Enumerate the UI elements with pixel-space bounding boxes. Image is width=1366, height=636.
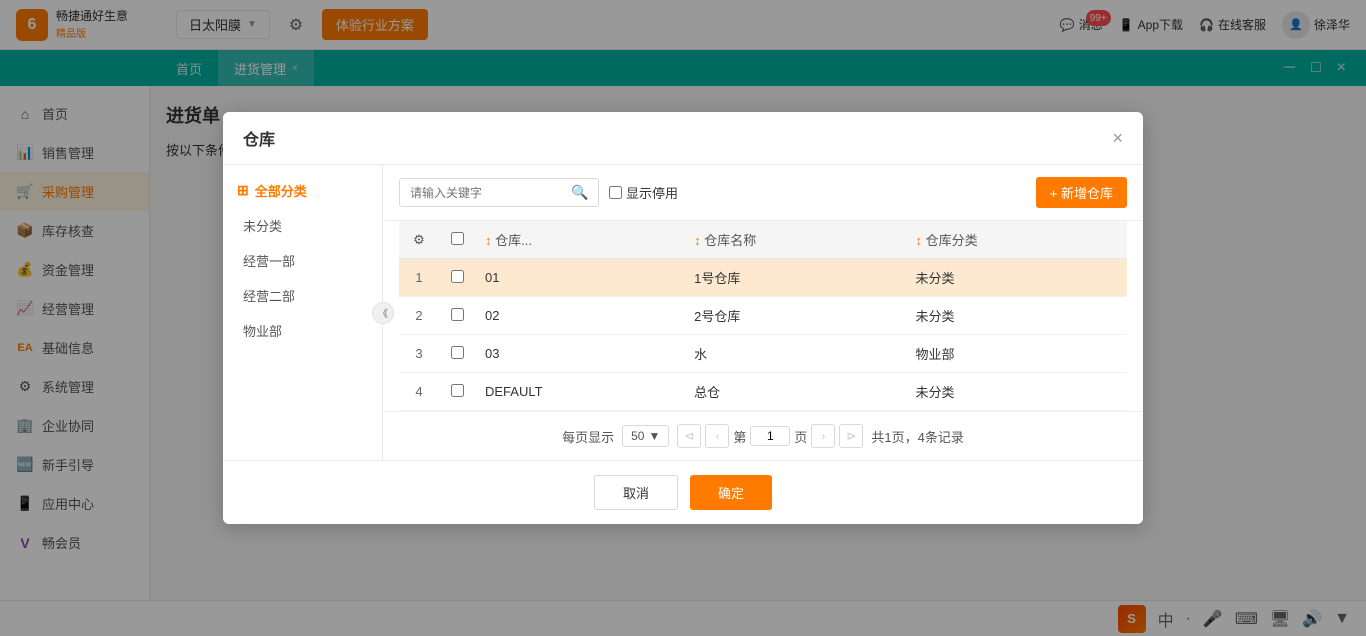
row-checkbox-cell[interactable] <box>439 335 475 373</box>
content-panel: 🔍 显示停用 + 新增仓库 ⚙ <box>383 165 1143 460</box>
per-page-label: 每页显示 <box>562 427 614 446</box>
confirm-button[interactable]: 确定 <box>690 475 772 510</box>
modal-body: ⊞ 全部分类 未分类 经营一部 经营二部 物业部 《 🔍 <box>223 165 1143 460</box>
category-all-label: 全部分类 <box>255 181 307 200</box>
row-code: 02 <box>475 297 684 335</box>
per-page-select[interactable]: 50 ▼ <box>622 425 669 447</box>
col-header-gear[interactable]: ⚙ <box>399 221 439 259</box>
content-toolbar: 🔍 显示停用 + 新增仓库 <box>383 165 1143 221</box>
add-warehouse-button[interactable]: + 新增仓库 <box>1036 177 1127 208</box>
row-name: 总仓 <box>684 373 905 411</box>
modal-title: 仓库 <box>243 126 275 150</box>
sort-icon-cat: ↕ <box>916 233 923 248</box>
table-row[interactable]: 4 DEFAULT 总仓 未分类 <box>399 373 1127 411</box>
category-panel: ⊞ 全部分类 未分类 经营一部 经营二部 物业部 《 <box>223 165 383 460</box>
modal-close-button[interactable]: × <box>1112 128 1123 149</box>
total-info: 共1页，4条记录 <box>871 427 963 446</box>
sort-icon: ↕ <box>485 233 492 248</box>
row-checkbox[interactable] <box>451 270 464 283</box>
category-item-dept2[interactable]: 经营二部 <box>223 278 382 313</box>
search-icon[interactable]: 🔍 <box>571 184 588 201</box>
row-category: 未分类 <box>906 373 1127 411</box>
warehouse-table: ⚙ ↕ 仓库... ↕ 仓库名称 <box>399 221 1127 411</box>
row-code: 03 <box>475 335 684 373</box>
per-page-value: 50 <box>631 429 644 443</box>
page-label: 第 <box>733 427 746 446</box>
show-disabled-text: 显示停用 <box>626 183 678 202</box>
page-input[interactable] <box>750 426 790 446</box>
next-page-button[interactable]: › <box>811 424 835 448</box>
row-code: 01 <box>475 259 684 297</box>
cancel-button[interactable]: 取消 <box>594 475 678 510</box>
row-num: 1 <box>399 259 439 297</box>
col-header-code[interactable]: ↕ 仓库... <box>475 221 684 259</box>
row-name: 1号仓库 <box>684 259 905 297</box>
show-disabled-checkbox[interactable] <box>609 186 622 199</box>
sort-icon-name: ↕ <box>694 233 701 248</box>
search-input[interactable] <box>410 186 565 200</box>
category-collapse-button[interactable]: 《 <box>372 302 394 324</box>
modal-footer: 取消 确定 <box>223 460 1143 524</box>
row-num: 2 <box>399 297 439 335</box>
modal-overlay: 仓库 × ⊞ 全部分类 未分类 经营一部 经营二部 物业部 《 <box>0 0 1366 636</box>
modal-header: 仓库 × <box>223 112 1143 165</box>
warehouse-modal: 仓库 × ⊞ 全部分类 未分类 经营一部 经营二部 物业部 《 <box>223 112 1143 524</box>
grid-icon: ⊞ <box>237 182 249 199</box>
table-header-row: ⚙ ↕ 仓库... ↕ 仓库名称 <box>399 221 1127 259</box>
page-nav: ⊲ ‹ 第 页 › ⊳ <box>677 424 863 448</box>
row-name: 2号仓库 <box>684 297 905 335</box>
row-checkbox-cell[interactable] <box>439 373 475 411</box>
col-header-category[interactable]: ↕ 仓库分类 <box>906 221 1127 259</box>
row-category: 未分类 <box>906 259 1127 297</box>
table-row[interactable]: 3 03 水 物业部 <box>399 335 1127 373</box>
row-checkbox[interactable] <box>451 346 464 359</box>
row-num: 4 <box>399 373 439 411</box>
last-page-button[interactable]: ⊳ <box>839 424 863 448</box>
category-item-dept1[interactable]: 经营一部 <box>223 243 382 278</box>
show-disabled-label[interactable]: 显示停用 <box>609 183 678 202</box>
row-checkbox[interactable] <box>451 308 464 321</box>
row-code: DEFAULT <box>475 373 684 411</box>
row-num: 3 <box>399 335 439 373</box>
select-all-checkbox[interactable] <box>451 232 464 245</box>
page-unit: 页 <box>794 427 807 446</box>
search-box: 🔍 <box>399 178 599 207</box>
table-row[interactable]: 2 02 2号仓库 未分类 <box>399 297 1127 335</box>
col-header-name[interactable]: ↕ 仓库名称 <box>684 221 905 259</box>
row-name: 水 <box>684 335 905 373</box>
table-row[interactable]: 1 01 1号仓库 未分类 <box>399 259 1127 297</box>
per-page-arrow: ▼ <box>648 429 660 443</box>
row-category: 未分类 <box>906 297 1127 335</box>
col-header-checkbox <box>439 221 475 259</box>
category-header[interactable]: ⊞ 全部分类 <box>223 173 382 208</box>
row-category: 物业部 <box>906 335 1127 373</box>
row-checkbox-cell[interactable] <box>439 259 475 297</box>
row-checkbox[interactable] <box>451 384 464 397</box>
warehouse-table-wrap: ⚙ ↕ 仓库... ↕ 仓库名称 <box>383 221 1143 411</box>
category-item-property[interactable]: 物业部 <box>223 313 382 348</box>
prev-page-button[interactable]: ‹ <box>705 424 729 448</box>
first-page-button[interactable]: ⊲ <box>677 424 701 448</box>
pagination: 每页显示 50 ▼ ⊲ ‹ 第 页 › ⊳ 共1页，4条记录 <box>383 411 1143 460</box>
category-item-unclassified[interactable]: 未分类 <box>223 208 382 243</box>
row-checkbox-cell[interactable] <box>439 297 475 335</box>
